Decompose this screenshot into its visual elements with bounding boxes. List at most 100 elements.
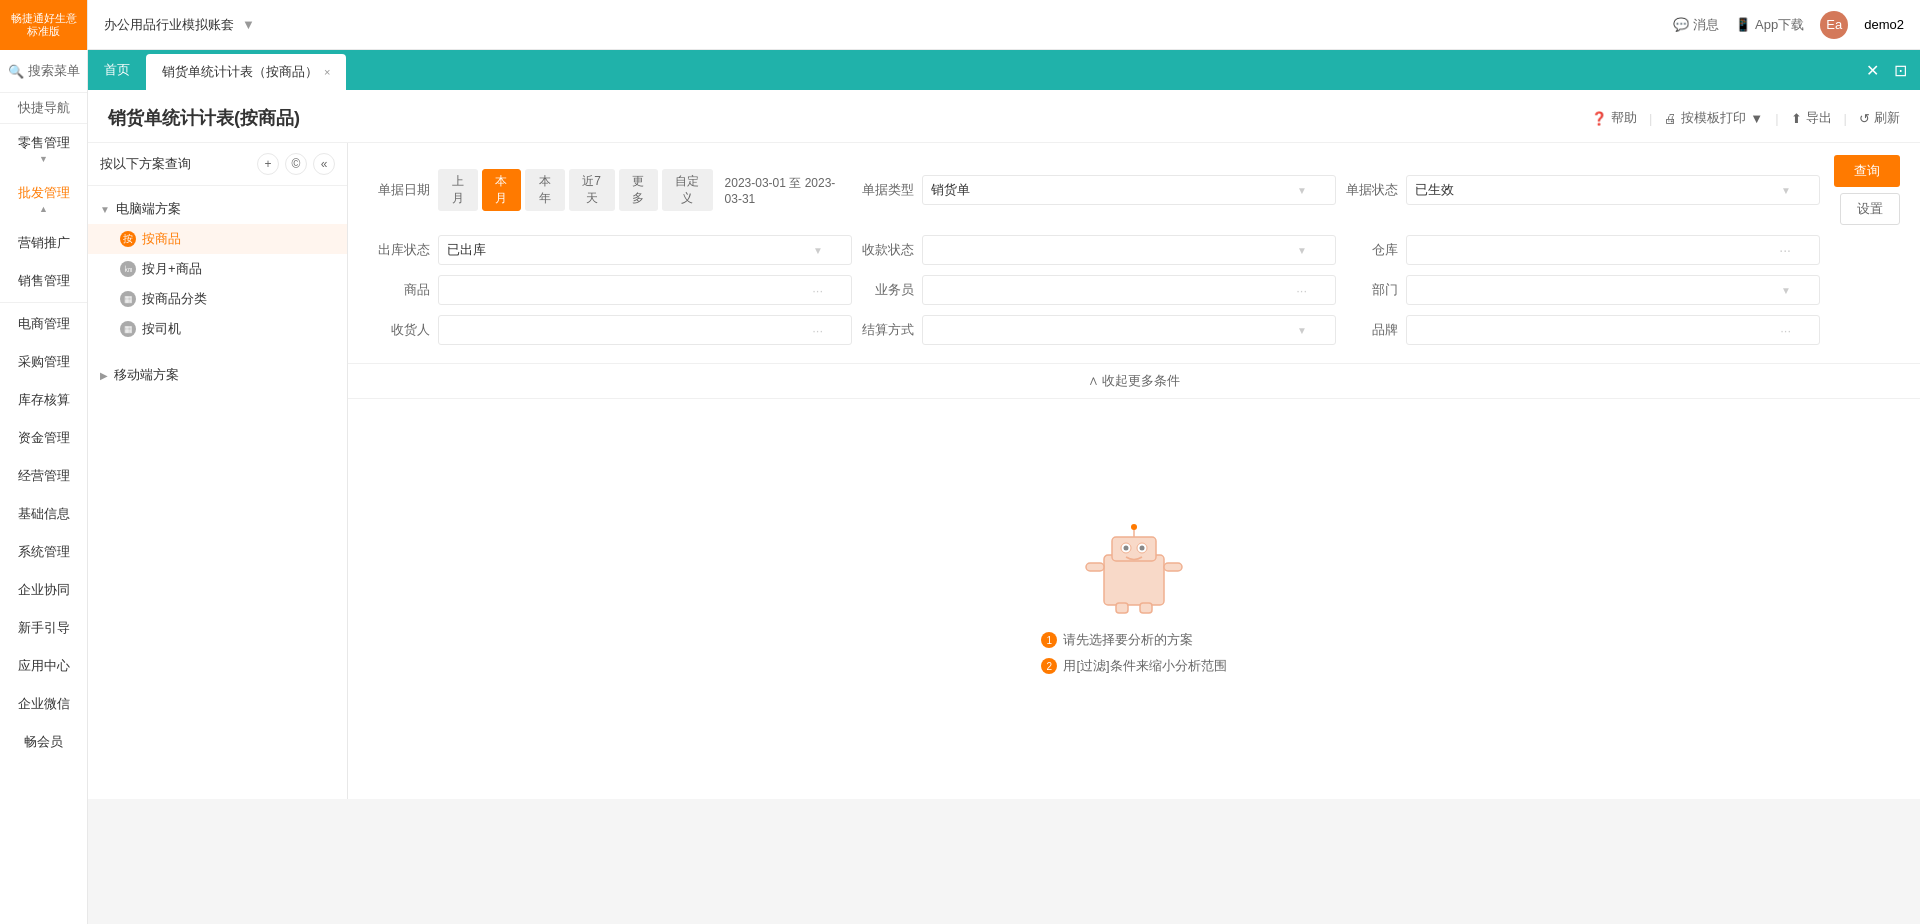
date-btn-custom[interactable]: 自定义 [662,169,712,211]
sidebar-item-operations[interactable]: 经营管理 [0,457,87,495]
step-1-text: 请先选择要分析的方案 [1063,631,1193,649]
receiver-input[interactable]: ··· [438,315,852,345]
date-options: 上月 本月 本年 近7天 更多 自定义 2023-03-01 至 2023-03… [438,169,852,211]
dropdown-arrow: ▼ [1781,185,1791,196]
sidebar-item-guide[interactable]: 新手引导 [0,609,87,647]
tab-bar-actions: ✕ ⊡ [1852,58,1920,82]
maximize-tab-action[interactable]: ⊡ [1888,58,1912,82]
sidebar-item-basic[interactable]: 基础信息 [0,495,87,533]
svg-point-4 [1123,546,1128,551]
close-tab-action[interactable]: ✕ [1860,58,1884,82]
collapse-panel-button[interactable]: « [313,153,335,175]
tab-home-label: 首页 [104,61,130,79]
sidebar-item-apps[interactable]: 应用中心 [0,647,87,685]
doc-status-label: 单据状态 [1336,181,1406,199]
sidebar-item-procurement[interactable]: 采购管理 [0,343,87,381]
out-status-select[interactable]: 已出库 ▼ [438,235,852,265]
sidebar-item-wechat[interactable]: 企业微信 [0,685,87,723]
warehouse-input[interactable]: ··· [1406,235,1820,265]
pc-schemes-header[interactable]: ▼ 电脑端方案 [88,194,347,224]
svg-point-11 [1131,524,1137,530]
mobile-schemes-title: 移动端方案 [114,366,179,384]
app-download-button[interactable]: 📱 App下载 [1735,16,1804,34]
filter-rows: 单据日期 上月 本月 本年 近7天 更多 自定义 2023-03-01 至 20… [348,143,1920,363]
date-btn-last-month[interactable]: 上月 [438,169,478,211]
scheme-by-goods[interactable]: 按 按商品 [88,224,347,254]
sidebar-item-member[interactable]: 畅会员 [0,723,87,761]
tab-close-icon[interactable]: × [324,66,330,78]
print-dropdown-icon[interactable]: ▼ [1750,111,1763,126]
help-button[interactable]: ❓ 帮助 [1591,109,1637,127]
mobile-schemes-header[interactable]: ▶ 移动端方案 [88,360,347,390]
doc-type-select[interactable]: 销货单 ▼ [922,175,1336,205]
sidebar-item-inventory[interactable]: 库存核算 [0,381,87,419]
out-status-filter: 出库状态 已出库 ▼ [368,235,852,265]
settlement-filter: 结算方式 ▼ [852,315,1336,345]
svg-rect-6 [1086,563,1104,571]
quicknav-button[interactable]: 快捷导航 [0,93,87,124]
sidebar-item-sales[interactable]: 销售管理 [0,262,87,300]
receipt-status-filter: 收款状态 ▼ [852,235,1336,265]
refresh-icon: ↺ [1859,111,1870,126]
date-btn-7days[interactable]: 近7天 [569,169,615,211]
brand-input[interactable]: ··· [1406,315,1820,345]
tab-current[interactable]: 销货单统计计表（按商品） × [146,54,346,90]
sidebar-item-label: 应用中心 [18,657,70,675]
sidebar-item-system[interactable]: 系统管理 [0,533,87,571]
date-btn-this-month[interactable]: 本月 [482,169,522,211]
receipt-status-select[interactable]: ▼ [922,235,1336,265]
goods-label: 商品 [368,281,438,299]
message-button[interactable]: 💬 消息 [1673,16,1719,34]
settlement-select[interactable]: ▼ [922,315,1336,345]
export-icon: ⬆ [1791,111,1802,126]
department-select[interactable]: ▼ [1406,275,1820,305]
export-button[interactable]: ⬆ 导出 [1791,109,1832,127]
search-label: 搜索菜单 [28,62,80,80]
tab-home[interactable]: 首页 [88,50,146,90]
date-filter-group: 单据日期 上月 本月 本年 近7天 更多 自定义 2023-03-01 至 20… [368,169,852,211]
step-number: 1 [1041,632,1057,648]
scheme-by-month-goods[interactable]: ㎞ 按月+商品 [88,254,347,284]
add-scheme-button[interactable]: + [257,153,279,175]
filter-wrapper: 单据日期 上月 本月 本年 近7天 更多 自定义 2023-03-01 至 20… [348,143,1920,399]
sidebar-item-marketing[interactable]: 营销推广 [0,224,87,262]
doc-type-value: 销货单 [931,181,970,199]
scheme-by-cashier[interactable]: ▦ 按司机 [88,314,347,344]
copy-scheme-button[interactable]: © [285,153,307,175]
doc-status-select[interactable]: 已生效 ▼ [1406,175,1820,205]
sidebar-item-ecommerce[interactable]: 电商管理 [0,305,87,343]
avatar[interactable]: Ea [1820,11,1848,39]
chevron-icon: ▼ [39,154,48,164]
refresh-button[interactable]: ↺ 刷新 [1859,109,1900,127]
export-label: 导出 [1806,109,1832,127]
salesperson-input[interactable]: ··· [922,275,1336,305]
date-btn-this-year[interactable]: 本年 [525,169,565,211]
receiver-filter: 收货人 ··· [368,315,852,345]
sidebar-item-finance[interactable]: 资金管理 [0,419,87,457]
goods-input[interactable]: ··· [438,275,852,305]
settings-button[interactable]: 设置 [1840,193,1900,225]
robot-svg [1074,515,1194,615]
sidebar-search[interactable]: 🔍 搜索菜单 [0,50,87,93]
left-panel-title: 按以下方案查询 [100,155,191,173]
page-title: 销货单统计计表(按商品) [108,106,300,130]
download-label: App下载 [1755,16,1804,34]
scheme-icon: ㎞ [120,261,136,277]
scheme-by-category[interactable]: ▦ 按商品分类 [88,284,347,314]
query-button[interactable]: 查询 [1834,155,1900,187]
sidebar-item-wholesale[interactable]: 批发管理 ▲ [0,174,87,224]
sidebar-item-enterprise[interactable]: 企业协同 [0,571,87,609]
sidebar-item-retail[interactable]: 零售管理 ▼ [0,124,87,174]
salesperson-filter: 业务员 ··· [852,275,1336,305]
workspace-dropdown-icon[interactable]: ▼ [242,17,255,32]
date-btn-more[interactable]: 更多 [619,169,659,211]
out-status-value: 已出库 [447,241,486,259]
tree-expand-icon: ▼ [100,204,110,215]
collapse-filter-button[interactable]: ∧ 收起更多条件 [348,363,1920,398]
print-button[interactable]: 🖨 按模板打印 ▼ [1664,109,1763,127]
department-input-wrap: ▼ [1406,275,1820,305]
sidebar-item-label: 经营管理 [18,467,70,485]
sidebar-item-label: 基础信息 [18,505,70,523]
search-menu-button[interactable]: 🔍 搜索菜单 [6,58,81,84]
goods-input-wrap: ··· [438,275,852,305]
